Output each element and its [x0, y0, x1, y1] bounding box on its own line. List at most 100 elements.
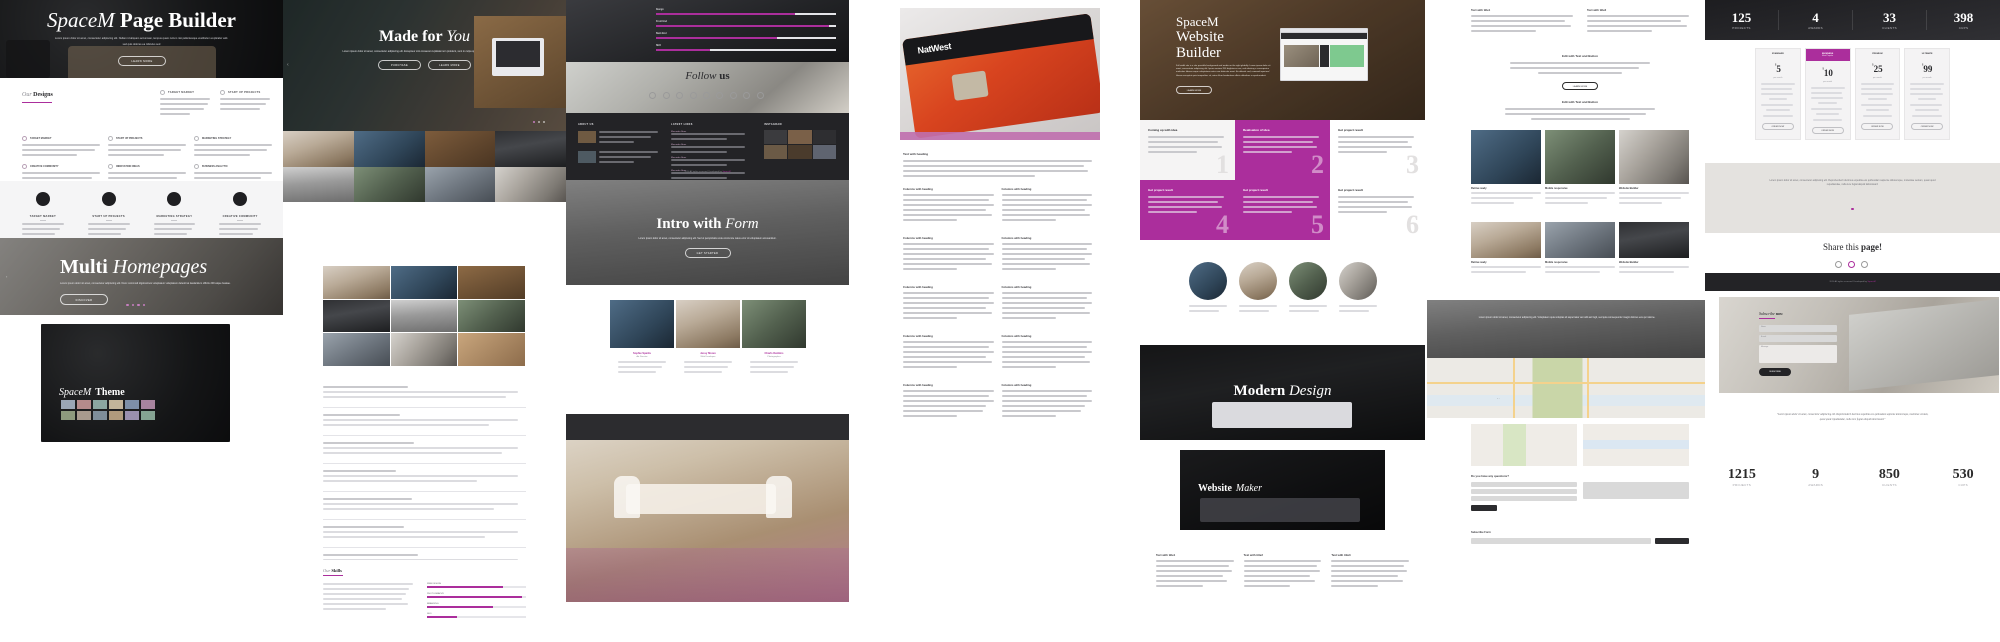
plan-button[interactable]: ORDER NOW	[1861, 123, 1894, 130]
tile-share-this-page[interactable]: Share this page!	[1705, 233, 2000, 273]
dribbble-icon[interactable]	[689, 92, 697, 99]
tile-accordion-list[interactable]	[283, 370, 566, 560]
tile-gallery-grid-b[interactable]	[323, 266, 525, 366]
tile-natwest-card[interactable]: NatWest	[900, 8, 1100, 140]
tile-subscribe-now[interactable]: Subscribe now Name E-mail Message SUBSCR…	[1719, 297, 1999, 393]
pricing-card[interactable]: STANDARD $5 per month ORDER NOW	[1755, 48, 1801, 140]
instagram-grid[interactable]	[764, 130, 836, 159]
tumblr-icon[interactable]	[716, 92, 724, 99]
subscribe-email-input[interactable]: E-mail	[1759, 335, 1837, 342]
tile-page-builder-hero[interactable]: SpaceM Page Builder Lorem ipsum dolor si…	[0, 0, 283, 78]
icon-feature-item[interactable]: MARKETING STRATEGY	[142, 192, 208, 238]
map-zoom-controls[interactable]: + −	[1497, 398, 1500, 400]
avatar[interactable]	[1338, 262, 1377, 300]
hero-button[interactable]: DISCOVER	[60, 293, 108, 305]
team-photo[interactable]	[610, 300, 674, 348]
tile-feature-photos-2[interactable]: Retina ready Mobile responsive Website B…	[1455, 222, 1705, 290]
facebook-icon[interactable]	[649, 92, 657, 99]
numbered-block[interactable]: Realisation of idea 2	[1235, 120, 1330, 180]
tile-follow-us[interactable]: Follow us	[566, 62, 849, 113]
feature-photo-item[interactable]: Retina ready	[1471, 222, 1541, 276]
pricing-card-highlighted[interactable]: BUSINESS Most Popular $10 per month ORDE…	[1804, 48, 1851, 140]
tile-modern-design[interactable]: Modern Design	[1140, 345, 1425, 440]
feature-photo-item[interactable]: Mobile responsive	[1545, 130, 1615, 207]
facebook-icon[interactable]	[1834, 261, 1842, 268]
grid-photo[interactable]	[495, 166, 566, 202]
tile-quote-banner[interactable]: Lorem ipsum dolor sit amet, consectetur …	[1427, 300, 1705, 358]
skype-icon[interactable]	[756, 92, 764, 99]
tile-counters-top[interactable]: 125 PROJECTS 4 AWARDS 33 CLIENTS 398 CUP…	[1705, 0, 2000, 40]
google-icon[interactable]	[662, 92, 670, 99]
pricing-card[interactable]: PREMIUM $25 per month ORDER NOW	[1854, 48, 1901, 140]
accordion-item[interactable]	[323, 408, 526, 436]
hero-button-primary[interactable]: PURCHASE	[378, 60, 421, 70]
grid-photo[interactable]	[390, 333, 458, 366]
feature-photo-item[interactable]: Website Builder	[1619, 222, 1689, 276]
cta-button[interactable]: LEARN MORE	[1562, 82, 1598, 90]
tile-pricing-table[interactable]: STANDARD $5 per month ORDER NOW BUSINESS…	[1705, 40, 2000, 150]
tile-testimonial-quote[interactable]: "Lorem ipsum dolor sit amet, consectetur…	[1705, 401, 2000, 461]
plan-button[interactable]: ORDER NOW	[1811, 127, 1844, 134]
tile-spacem-theme[interactable]: SpaceM Theme	[41, 324, 230, 442]
mail-icon[interactable]	[743, 92, 751, 99]
plan-button[interactable]: ORDER NOW	[1911, 123, 1944, 130]
grid-photo[interactable]	[353, 131, 425, 167]
tile-icon-features[interactable]: TARGET MARKET START UP PROJECTS MARKETIN…	[0, 181, 283, 238]
grid-photo[interactable]	[390, 266, 458, 299]
accordion-item[interactable]	[323, 548, 526, 560]
avatar[interactable]	[1238, 262, 1277, 300]
contact-name-input[interactable]	[1471, 482, 1577, 487]
pricing-card[interactable]: ULTIMATE $99 per month ORDER NOW	[1904, 48, 1950, 140]
twitter-icon[interactable]	[1848, 261, 1855, 268]
icon-feature-item[interactable]: TARGET MARKET	[10, 192, 76, 238]
grid-photo[interactable]	[495, 131, 566, 167]
hero-button[interactable]: LEARN MORE	[118, 56, 166, 66]
feature-photo-item[interactable]: Retina ready	[1471, 130, 1541, 207]
contact-message-input[interactable]	[1583, 482, 1689, 499]
grid-photo[interactable]	[458, 299, 525, 333]
grid-photo[interactable]	[424, 131, 496, 167]
accordion-item[interactable]	[323, 464, 526, 492]
icon-feature-item[interactable]: CREATIVE COMMUNITY	[207, 192, 273, 238]
tile-edit-text-button-2[interactable]: Edit with Text and Button	[1455, 92, 1705, 128]
tile-text-with-heading[interactable]: Text with heading Columns with heading C…	[895, 148, 1100, 642]
tile-gallery-grid-a[interactable]	[283, 131, 566, 202]
grid-photo[interactable]	[283, 131, 354, 167]
numbered-block[interactable]: Get project result 4	[1140, 180, 1235, 240]
slider-prev-icon[interactable]: ‹	[6, 274, 7, 279]
accordion-item[interactable]	[323, 380, 526, 408]
numbered-block[interactable]: Coming up with idea 1	[1140, 120, 1235, 180]
tile-three-text-cols[interactable]: Text with title1 Text with title2 Text w…	[1140, 545, 1425, 642]
avatar[interactable]	[1188, 262, 1227, 300]
tile-intro-with-form[interactable]: Intro with Form Lorem ipsum dolor sit am…	[566, 180, 849, 285]
footer-brand[interactable]: SpaceM	[723, 171, 731, 173]
numbered-block[interactable]: Get project result 6	[1330, 180, 1425, 240]
tile-map-block[interactable]: + −	[1427, 358, 1705, 418]
contact-submit-button[interactable]	[1471, 505, 1497, 511]
footer-brand[interactable]: SpaceM	[1868, 281, 1876, 283]
grid-photo[interactable]	[323, 299, 390, 333]
grid-photo[interactable]	[390, 299, 458, 333]
subscribe-button[interactable]	[1655, 538, 1689, 544]
feature-photo-item[interactable]: Website Builder	[1619, 130, 1689, 207]
tile-grey-text-block[interactable]: Lorem ipsum dolor sit amet, consectetur …	[1705, 163, 2000, 233]
tile-dark-footer-strip[interactable]: 2016 All rights reserved. Developed by S…	[1705, 273, 2000, 291]
accordion-item[interactable]	[323, 492, 526, 520]
tile-avatar-row[interactable]	[1140, 240, 1425, 345]
grid-photo[interactable]	[458, 333, 525, 366]
accordion-item[interactable]	[323, 520, 526, 548]
hero-button-secondary[interactable]: LEARN MORE	[428, 60, 471, 70]
tile-interior-photo[interactable]	[566, 414, 849, 602]
subscribe-email-input[interactable]	[1471, 538, 1651, 544]
numbered-block[interactable]: Get project result 5	[1235, 180, 1330, 240]
tile-website-maker[interactable]: Website Maker	[1180, 450, 1385, 530]
tile-text-title-pair[interactable]: Text with title1 Text with title2	[1455, 0, 1705, 40]
plan-button[interactable]: ORDER NOW	[1761, 123, 1794, 130]
tile-contact-form[interactable]: Do you have any questions?	[1455, 420, 1705, 520]
tile-multi-homepages[interactable]: Multi Homepages Lorem ipsum dolor sit am…	[0, 238, 283, 315]
grid-photo[interactable]	[353, 166, 425, 202]
tile-team-members[interactable]: Sophie Sparks Art Director Jessy Moore W…	[610, 300, 806, 385]
tile-edit-text-button[interactable]: Edit with Text and Button LEARN MORE	[1455, 40, 1705, 92]
feature-photo-item[interactable]: Mobile responsive	[1545, 222, 1615, 276]
grid-photo[interactable]	[323, 333, 390, 366]
